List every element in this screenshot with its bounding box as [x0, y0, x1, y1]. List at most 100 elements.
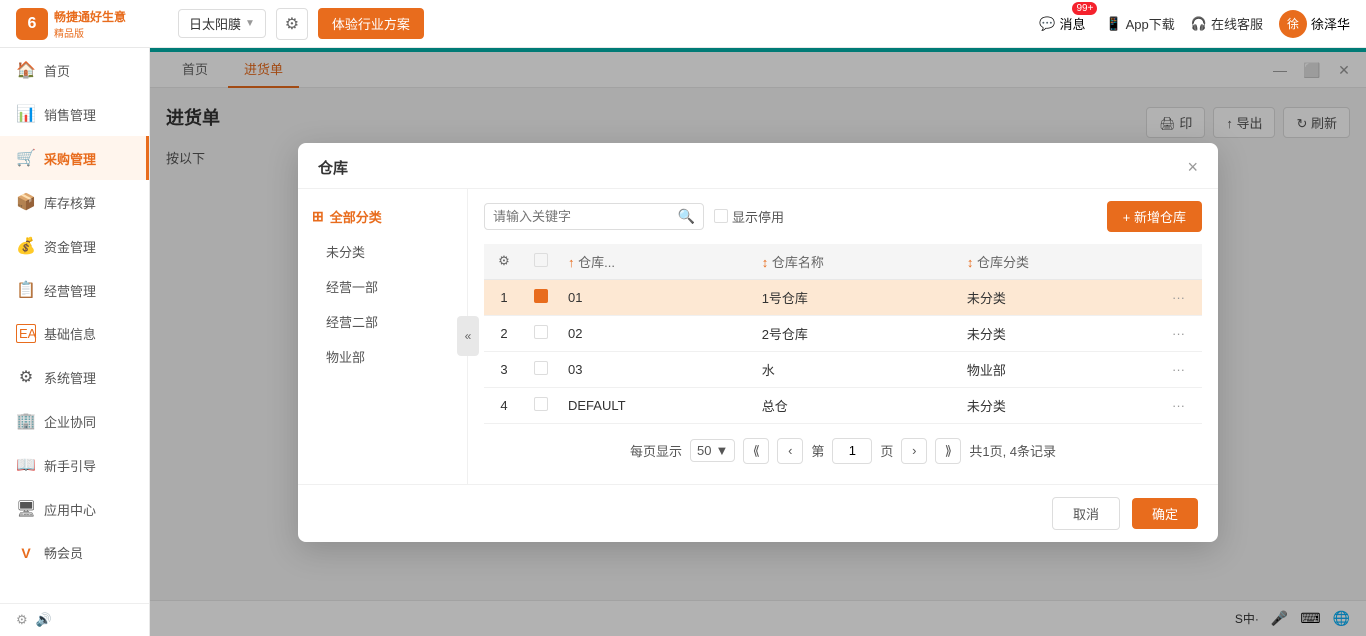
sidebar-item-operations[interactable]: 📋 经营管理 [0, 268, 149, 312]
show-disabled-checkbox[interactable] [714, 209, 728, 223]
dialog-close-button[interactable]: × [1187, 157, 1198, 178]
select-all-checkbox[interactable] [534, 253, 548, 267]
row-checkbox[interactable] [534, 325, 548, 339]
search-icon[interactable]: 🔍 [678, 208, 695, 225]
category-ops1[interactable]: 经营一部 [298, 269, 467, 304]
dialog-title: 仓库 [318, 157, 348, 178]
user-info[interactable]: 徐 徐泽华 [1279, 10, 1350, 38]
sidebar-bottom: ⚙ 🔊 [0, 603, 149, 636]
collapse-panel-button[interactable]: « [457, 316, 479, 356]
more-button[interactable]: ··· [1172, 398, 1185, 413]
col-checkbox-header[interactable] [524, 244, 558, 280]
row-checkbox[interactable] [534, 361, 548, 375]
messages-button[interactable]: 💬 消息 99+ [1035, 10, 1089, 37]
row-more[interactable]: ··· [1162, 279, 1202, 315]
search-bar: 🔍 显示停用 + 新增仓库 [484, 201, 1202, 232]
grid-icon: ⊞ [312, 208, 324, 225]
per-page-dropdown-icon: ▼ [715, 443, 728, 458]
sidebar-label-basic-info: 基础信息 [44, 324, 96, 343]
sidebar-item-basic-info[interactable]: EA 基础信息 [0, 312, 149, 355]
table-panel: 🔍 显示停用 + 新增仓库 [468, 189, 1218, 484]
more-button[interactable]: ··· [1172, 362, 1185, 377]
first-page-button[interactable]: ⟪ [743, 438, 769, 464]
show-disabled-label[interactable]: 显示停用 [714, 207, 784, 226]
dialog-header: 仓库 × [298, 143, 1218, 189]
col-name-header: ↕ 仓库名称 [752, 244, 957, 280]
row-checkbox-cell[interactable] [524, 387, 558, 423]
last-page-button[interactable]: ⟫ [935, 438, 961, 464]
page-number-input[interactable] [832, 438, 872, 464]
row-checkbox-cell[interactable] [524, 279, 558, 315]
logo-text: 畅捷通好生意 精品版 [54, 8, 126, 40]
sidebar-item-home[interactable]: 🏠 首页 [0, 48, 149, 92]
table-row[interactable]: 2 02 2号仓库 未分类 ··· [484, 315, 1202, 351]
row-more[interactable]: ··· [1162, 351, 1202, 387]
app-download-link[interactable]: 📱 App下载 [1105, 14, 1174, 33]
avatar: 徐 [1279, 10, 1307, 38]
store-selector[interactable]: 日太阳膜 ▼ [178, 9, 266, 38]
basic-info-icon: EA [16, 324, 36, 343]
sidebar-item-system[interactable]: ⚙ 系统管理 [0, 355, 149, 399]
settings-bottom-icon[interactable]: ⚙ [16, 612, 28, 628]
system-icon: ⚙ [16, 367, 36, 387]
row-checkbox[interactable] [534, 289, 548, 303]
dropdown-arrow-icon: ▼ [245, 18, 255, 29]
sidebar-item-member[interactable]: V 畅会员 [0, 531, 149, 574]
logo-icon: 6 [16, 8, 48, 40]
sidebar-label-finance: 资金管理 [44, 237, 96, 256]
sidebar-label-operations: 经营管理 [44, 281, 96, 300]
header-middle: 日太阳膜 ▼ ⚙ 体验行业方案 [178, 8, 1023, 40]
sidebar-item-sales[interactable]: 📊 销售管理 [0, 92, 149, 136]
sidebar-label-home: 首页 [44, 61, 70, 80]
cancel-button[interactable]: 取消 [1052, 497, 1120, 530]
online-service-link[interactable]: 🎧 在线客服 [1191, 14, 1263, 33]
row-category: 物业部 [957, 351, 1162, 387]
operations-icon: 📋 [16, 280, 36, 300]
experience-button[interactable]: 体验行业方案 [318, 8, 424, 39]
more-button[interactable]: ··· [1172, 290, 1185, 305]
purchase-icon: 🛒 [16, 148, 36, 168]
top-header: 6 畅捷通好生意 精品版 日太阳膜 ▼ ⚙ 体验行业方案 💬 消息 99+ 📱 … [0, 0, 1366, 48]
confirm-button[interactable]: 确定 [1132, 498, 1198, 529]
row-code: DEFAULT [558, 387, 752, 423]
row-number: 3 [484, 351, 524, 387]
headphone-icon: 🎧 [1191, 16, 1207, 32]
row-more[interactable]: ··· [1162, 315, 1202, 351]
row-number: 1 [484, 279, 524, 315]
settings-button[interactable]: ⚙ [276, 8, 308, 40]
sidebar-item-guide[interactable]: 📖 新手引导 [0, 443, 149, 487]
table-row[interactable]: 1 01 1号仓库 未分类 ··· [484, 279, 1202, 315]
search-input[interactable] [493, 209, 678, 224]
sales-icon: 📊 [16, 104, 36, 124]
sidebar-item-app-center[interactable]: 🖥 应用中心 [0, 487, 149, 531]
row-number: 4 [484, 387, 524, 423]
volume-icon[interactable]: 🔊 [36, 612, 52, 628]
sidebar-item-finance[interactable]: 💰 资金管理 [0, 224, 149, 268]
add-warehouse-button[interactable]: + 新增仓库 [1107, 201, 1202, 232]
main-layout: 🏠 首页 📊 销售管理 🛒 采购管理 📦 库存核算 💰 资金管理 📋 经营管理 … [0, 48, 1366, 636]
dialog-footer: 取消 确定 [298, 484, 1218, 542]
category-unclassified[interactable]: 未分类 [298, 234, 467, 269]
table-row[interactable]: 3 03 水 物业部 ··· [484, 351, 1202, 387]
category-ops2[interactable]: 经营二部 [298, 304, 467, 339]
row-more[interactable]: ··· [1162, 387, 1202, 423]
sidebar-item-inventory[interactable]: 📦 库存核算 [0, 180, 149, 224]
prev-page-button[interactable]: ‹ [777, 438, 803, 464]
sidebar-item-purchase[interactable]: 🛒 采购管理 [0, 136, 149, 180]
more-button[interactable]: ··· [1172, 326, 1185, 341]
category-all[interactable]: ⊞ 全部分类 [298, 199, 467, 234]
sidebar-item-enterprise[interactable]: 🏢 企业协同 [0, 399, 149, 443]
row-code: 02 [558, 315, 752, 351]
app-center-icon: 🖥 [16, 499, 36, 519]
row-category: 未分类 [957, 279, 1162, 315]
row-checkbox[interactable] [534, 397, 548, 411]
next-page-button[interactable]: › [901, 438, 927, 464]
category-property[interactable]: 物业部 [298, 339, 467, 374]
row-checkbox-cell[interactable] [524, 315, 558, 351]
warehouse-table: ⚙ ↑ 仓库... [484, 244, 1202, 424]
warehouse-dialog: 仓库 × ⊞ 全部分类 未分类 经营一部 经营二部 物业部 « [298, 143, 1218, 542]
table-row[interactable]: 4 DEFAULT 总仓 未分类 ··· [484, 387, 1202, 423]
col-settings[interactable]: ⚙ [484, 244, 524, 280]
row-checkbox-cell[interactable] [524, 351, 558, 387]
per-page-select[interactable]: 50 ▼ [690, 439, 735, 462]
